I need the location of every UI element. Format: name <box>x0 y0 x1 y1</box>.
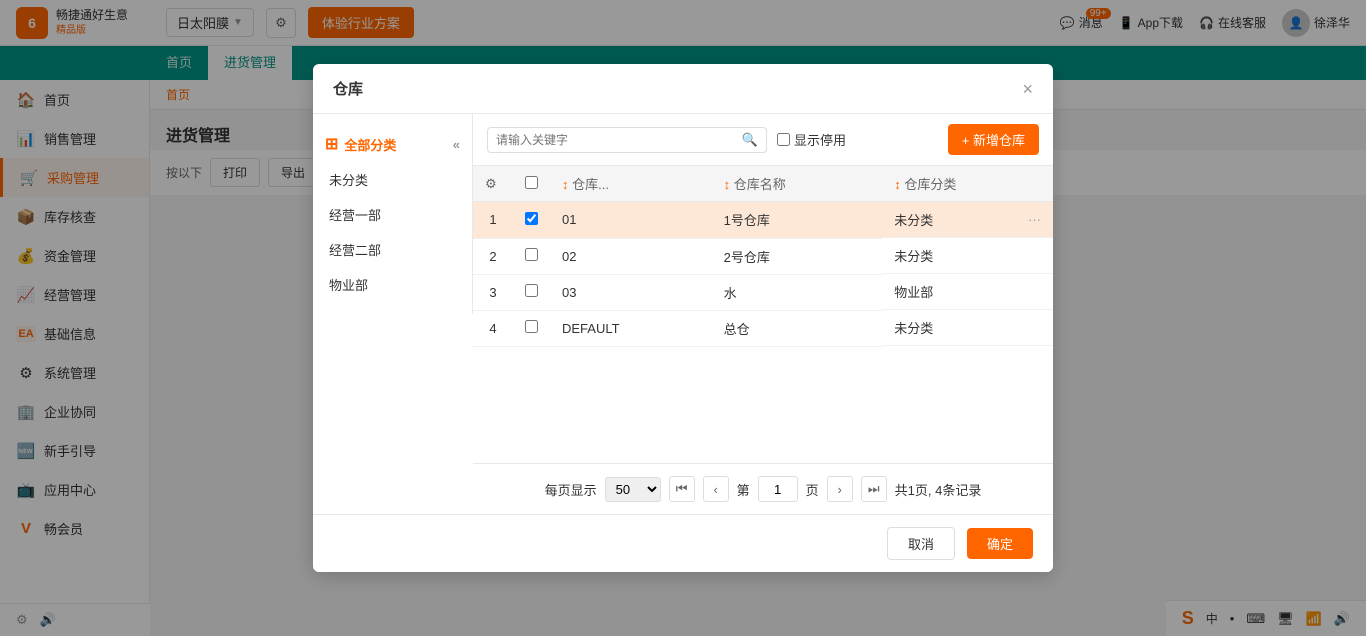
search-icon[interactable]: 🔍 <box>742 132 758 148</box>
warehouse-table: ⚙ ↕ 仓库... ↕ 仓库名称 <box>473 166 1053 347</box>
select-all-checkbox[interactable] <box>525 176 538 189</box>
row-name: 2号仓库 <box>712 238 883 274</box>
next-page-button[interactable]: › <box>827 476 853 502</box>
row-code: 02 <box>550 238 712 274</box>
row-checkbox-cell <box>513 238 550 274</box>
row-name: 水 <box>712 274 883 310</box>
modal-main-content: 🔍 显示停用 + 新增仓库 ⚙ <box>473 114 1053 514</box>
modal-sidebar-item-uncategorized[interactable]: 未分类 <box>313 162 472 197</box>
th-name: ↕ 仓库名称 <box>712 166 883 202</box>
row-code: DEFAULT <box>550 310 712 346</box>
show-disabled-label: 显示停用 <box>794 130 846 149</box>
modal-sidebar-item-dept2[interactable]: 经营二部 <box>313 232 472 267</box>
modal-header: 仓库 × <box>313 64 1053 114</box>
modal-table-body: 1 01 1号仓库 未分类 ··· 2 02 2号仓库 未分类 3 03 水 物… <box>473 202 1053 347</box>
first-page-button[interactable]: ⏮ <box>669 476 695 502</box>
modal-sidebar-item-property[interactable]: 物业部 <box>313 267 472 302</box>
row-number: 1 <box>473 202 513 239</box>
modal-sidebar-all-category[interactable]: ⊞ 全部分类 « <box>313 126 472 162</box>
th-checkbox <box>513 166 550 202</box>
grid-icon: ⊞ <box>325 134 338 154</box>
cancel-button[interactable]: 取消 <box>887 527 955 560</box>
total-pages-label: 共1页, 4条记录 <box>895 480 982 499</box>
modal-collapse-button[interactable]: « <box>453 137 460 152</box>
warehouse-modal: 仓库 × ⊞ 全部分类 « 未分类 经营一部 经营二部 物业部 <box>313 64 1053 572</box>
modal-sidebar-item-dept1[interactable]: 经营一部 <box>313 197 472 232</box>
show-disabled-check[interactable] <box>777 133 790 146</box>
th-sort-icon: ↕ <box>562 177 569 192</box>
confirm-button[interactable]: 确定 <box>967 528 1033 559</box>
modal-sidebar-header-label: 全部分类 <box>344 135 396 154</box>
th-name-label: 仓库名称 <box>734 177 786 192</box>
row-name: 1号仓库 <box>712 202 883 239</box>
row-checkbox[interactable] <box>525 212 538 225</box>
table-row[interactable]: 2 02 2号仓库 未分类 <box>473 238 1053 274</box>
row-checkbox[interactable] <box>525 248 538 261</box>
modal-close-button[interactable]: × <box>1022 80 1033 98</box>
modal-body: ⊞ 全部分类 « 未分类 经营一部 经营二部 物业部 🔍 <box>313 114 1053 514</box>
th-name-sort-icon: ↕ <box>724 177 731 192</box>
table-row[interactable]: 3 03 水 物业部 <box>473 274 1053 310</box>
table-header-row: ⚙ ↕ 仓库... ↕ 仓库名称 <box>473 166 1053 202</box>
search-input-wrap: 🔍 <box>487 127 767 153</box>
row-more-icon[interactable]: ··· <box>1028 212 1041 227</box>
per-page-select[interactable]: 50 100 200 <box>605 477 661 502</box>
modal-sidebar-wrapper: ⊞ 全部分类 « 未分类 经营一部 经营二部 物业部 <box>313 114 473 514</box>
modal-pagination: 每页显示 50 100 200 ⏮ ‹ 第 页 › ⏭ 共1页, 4条记录 <box>473 463 1053 514</box>
th-category: ↕ 仓库分类 <box>882 166 1053 202</box>
row-number: 4 <box>473 310 513 346</box>
page-label: 第 <box>737 480 750 499</box>
row-category: 未分类 ··· <box>882 202 1053 238</box>
th-category-label: 仓库分类 <box>904 177 956 192</box>
modal-table-wrap: ⚙ ↕ 仓库... ↕ 仓库名称 <box>473 166 1053 463</box>
th-code: ↕ 仓库... <box>550 166 712 202</box>
modal-footer: 取消 确定 <box>313 514 1053 572</box>
table-row[interactable]: 4 DEFAULT 总仓 未分类 <box>473 310 1053 346</box>
row-checkbox-cell <box>513 202 550 239</box>
row-category: 未分类 <box>882 238 1053 274</box>
page-suffix: 页 <box>806 480 819 499</box>
row-number: 2 <box>473 238 513 274</box>
modal-sidebar: ⊞ 全部分类 « 未分类 经营一部 经营二部 物业部 <box>313 114 473 314</box>
row-category: 未分类 <box>882 310 1053 346</box>
row-checkbox[interactable] <box>525 284 538 297</box>
row-name: 总仓 <box>712 310 883 346</box>
page-number-input[interactable] <box>758 476 798 502</box>
row-checkbox-cell <box>513 310 550 346</box>
row-checkbox-cell <box>513 274 550 310</box>
modal-title: 仓库 <box>333 78 363 99</box>
row-checkbox[interactable] <box>525 320 538 333</box>
row-code: 01 <box>550 202 712 239</box>
prev-page-button[interactable]: ‹ <box>703 476 729 502</box>
th-category-sort-icon: ↕ <box>894 177 901 192</box>
per-page-label: 每页显示 <box>545 480 597 499</box>
modal-toolbar: 🔍 显示停用 + 新增仓库 <box>473 114 1053 166</box>
search-input[interactable] <box>496 133 742 147</box>
th-code-label: 仓库... <box>572 177 609 192</box>
add-warehouse-button[interactable]: + 新增仓库 <box>948 124 1039 155</box>
row-category: 物业部 <box>882 274 1053 310</box>
row-code: 03 <box>550 274 712 310</box>
last-page-button[interactable]: ⏭ <box>861 476 887 502</box>
row-number: 3 <box>473 274 513 310</box>
table-settings-icon[interactable]: ⚙ <box>485 176 497 191</box>
table-row[interactable]: 1 01 1号仓库 未分类 ··· <box>473 202 1053 239</box>
modal-overlay[interactable]: 仓库 × ⊞ 全部分类 « 未分类 经营一部 经营二部 物业部 <box>0 0 1366 636</box>
th-settings: ⚙ <box>473 166 513 202</box>
show-disabled-checkbox[interactable]: 显示停用 <box>777 130 846 149</box>
